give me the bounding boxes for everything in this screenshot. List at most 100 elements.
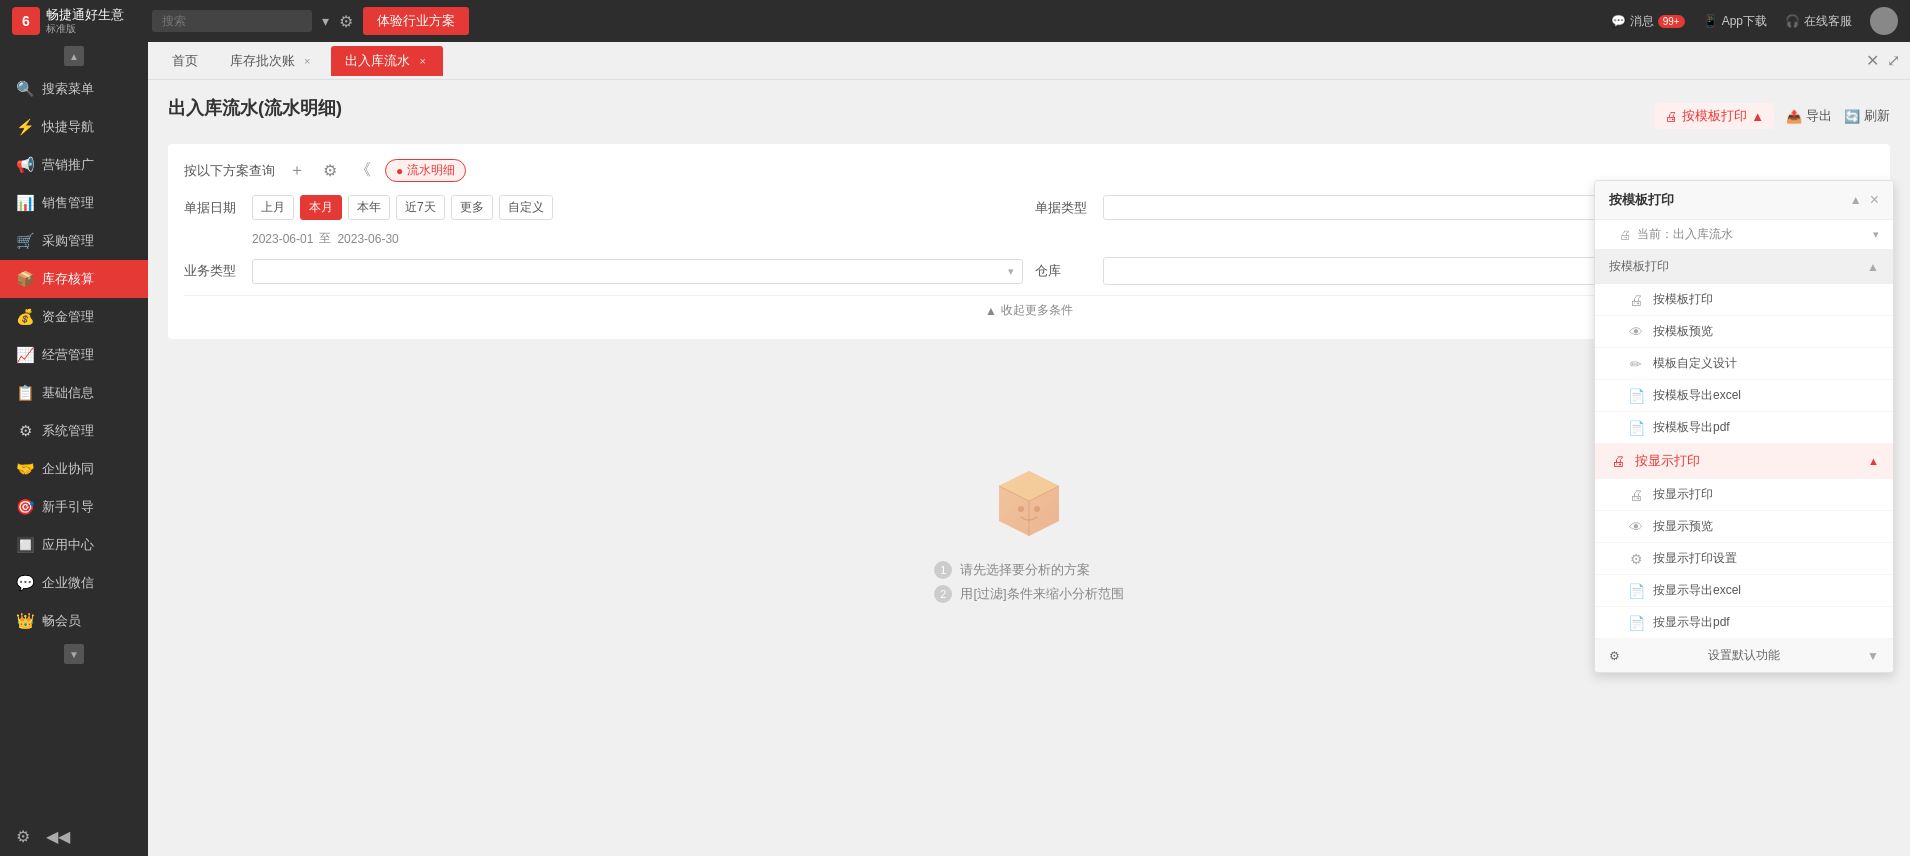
date-btn-more[interactable]: 更多 <box>451 195 493 220</box>
template-export-pdf-icon: 📄 <box>1627 420 1645 436</box>
inventory-icon: 📦 <box>16 270 34 288</box>
sidebar-scroll-down[interactable]: ▼ <box>64 644 84 664</box>
user-avatar <box>1870 7 1898 35</box>
dp-display-print-settings[interactable]: ⚙ 按显示打印设置 <box>1595 543 1893 575</box>
bill-type-label: 单据类型 <box>1035 199 1095 217</box>
cooperation-icon: 🤝 <box>16 460 34 478</box>
filter-label: 按以下方案查询 <box>184 162 275 180</box>
refresh-button[interactable]: 🔄 刷新 <box>1844 107 1890 125</box>
sidebar-label-app-center: 应用中心 <box>42 536 94 554</box>
dp-template-custom[interactable]: ✏ 模板自定义设计 <box>1595 348 1893 380</box>
print-template-button[interactable]: 🖨 按模板打印 ▲ <box>1655 103 1774 129</box>
date-btn-last-month[interactable]: 上月 <box>252 195 294 220</box>
date-btn-last-7-days[interactable]: 近7天 <box>396 195 445 220</box>
date-filter-field: 单据日期 上月 本月 本年 近7天 更多 自定义 <box>184 195 1023 220</box>
logo-icon: 6 <box>12 7 40 35</box>
filter-settings-button[interactable]: ⚙ <box>319 159 341 182</box>
display-print-icon: 🖨 <box>1627 487 1645 503</box>
sidebar-item-quick-nav[interactable]: ⚡ 快捷导航 <box>0 108 148 146</box>
company-name: 畅捷通好生意 <box>46 7 124 23</box>
dropdown-panel-footer[interactable]: ⚙ 设置默认功能 ▼ <box>1595 639 1893 672</box>
dp-template-print[interactable]: 🖨 按模板打印 <box>1595 284 1893 316</box>
display-section-header[interactable]: 🖨 按显示打印 ▲ <box>1595 444 1893 479</box>
sidebar-collapse-icon[interactable]: ◀◀ <box>46 827 70 846</box>
app-center-icon: 🔲 <box>16 536 34 554</box>
sidebar-item-membership[interactable]: 👑 畅会员 <box>0 602 148 640</box>
sidebar-item-basic-info[interactable]: 📋 基础信息 <box>0 374 148 412</box>
dp-template-preview[interactable]: 👁 按模板预览 <box>1595 316 1893 348</box>
funds-icon: 💰 <box>16 308 34 326</box>
sidebar-item-app-center[interactable]: 🔲 应用中心 <box>0 526 148 564</box>
sidebar-label-purchase: 采购管理 <box>42 232 94 250</box>
sidebar-label-funds: 资金管理 <box>42 308 94 326</box>
date-btn-this-month[interactable]: 本月 <box>300 195 342 220</box>
tab-home[interactable]: 首页 <box>158 46 212 76</box>
sidebar-label-inventory: 库存核算 <box>42 270 94 288</box>
dropdown-panel-close-button[interactable]: × <box>1870 191 1879 209</box>
display-print-label: 按显示打印 <box>1653 486 1713 503</box>
export-icon: 📤 <box>1786 109 1802 124</box>
page-title: 出入库流水(流水明细) <box>168 96 342 120</box>
header-search-input[interactable] <box>152 10 312 32</box>
sidebar-item-search-menu[interactable]: 🔍 搜索菜单 <box>0 70 148 108</box>
sidebar-item-funds[interactable]: 💰 资金管理 <box>0 298 148 336</box>
sidebar-item-guide[interactable]: 🎯 新手引导 <box>0 488 148 526</box>
sidebar-item-system[interactable]: ⚙ 系统管理 <box>0 412 148 450</box>
date-btn-this-year[interactable]: 本年 <box>348 195 390 220</box>
search-dropdown-button[interactable]: ▾ <box>322 13 329 29</box>
header-gear-button[interactable]: ⚙ <box>339 12 353 31</box>
dp-display-preview[interactable]: 👁 按显示预览 <box>1595 511 1893 543</box>
sidebar-item-operations[interactable]: 📈 经营管理 <box>0 336 148 374</box>
sidebar-item-sales[interactable]: 📊 销售管理 <box>0 184 148 222</box>
sidebar-item-marketing[interactable]: 📢 营销推广 <box>0 146 148 184</box>
online-service-item[interactable]: 🎧 在线客服 <box>1785 13 1852 30</box>
tab-maximize-button[interactable]: ⤢ <box>1887 51 1900 70</box>
collapse-more-label: 收起更多条件 <box>1001 302 1073 319</box>
sidebar-scroll-up[interactable]: ▲ <box>64 46 84 66</box>
user-avatar-item[interactable] <box>1870 7 1898 35</box>
template-section-label: 按模板打印 <box>1609 258 1669 275</box>
enterprise-wechat-icon: 💬 <box>16 574 34 592</box>
app-download-icon: 📱 <box>1703 14 1718 28</box>
content-area: 首页 库存批次账 × 出入库流水 × ✕ ⤢ 出入库流水(流水明细) <box>148 42 1910 856</box>
tab-stock-flow-close[interactable]: × <box>416 54 428 68</box>
template-custom-label: 模板自定义设计 <box>1653 355 1737 372</box>
business-type-dropdown-arrow: ▾ <box>1008 265 1014 278</box>
date-separator: 至 <box>319 230 331 247</box>
filter-add-button[interactable]: ＋ <box>285 158 309 183</box>
filter-collapse-button[interactable]: 《 <box>351 158 375 183</box>
online-service-label: 在线客服 <box>1804 13 1852 30</box>
main-layout: ▲ 🔍 搜索菜单 ⚡ 快捷导航 📢 营销推广 📊 销售管理 🛒 采购管理 📦 库… <box>0 42 1910 856</box>
export-button[interactable]: 📤 导出 <box>1786 107 1832 125</box>
empty-hints: 1 请先选择要分析的方案 2 用[过滤]条件来缩小分析范围 <box>934 561 1123 609</box>
sidebar-settings-icon[interactable]: ⚙ <box>16 827 30 846</box>
display-preview-icon: 👁 <box>1627 519 1645 535</box>
tab-batch-accounts[interactable]: 库存批次账 × <box>216 46 327 76</box>
dp-display-export-pdf[interactable]: 📄 按显示导出pdf <box>1595 607 1893 639</box>
tab-stock-flow[interactable]: 出入库流水 × <box>331 46 442 76</box>
display-section-label: 按显示打印 <box>1635 452 1700 470</box>
sidebar-label-sales: 销售管理 <box>42 194 94 212</box>
dp-display-print[interactable]: 🖨 按显示打印 <box>1595 479 1893 511</box>
sidebar-item-inventory[interactable]: 📦 库存核算 <box>0 260 148 298</box>
dp-template-export-excel[interactable]: 📄 按模板导出excel <box>1595 380 1893 412</box>
empty-state-icon <box>979 451 1079 551</box>
tab-close-button[interactable]: ✕ <box>1866 51 1879 70</box>
message-item[interactable]: 💬 消息 99+ <box>1611 13 1685 30</box>
sidebar-item-enterprise-wechat[interactable]: 💬 企业微信 <box>0 564 148 602</box>
sidebar-item-cooperation[interactable]: 🤝 企业协同 <box>0 450 148 488</box>
app-download-item[interactable]: 📱 App下载 <box>1703 13 1767 30</box>
tab-batch-accounts-close[interactable]: × <box>301 54 313 68</box>
business-type-select[interactable]: ▾ <box>252 259 1023 284</box>
filter-tag[interactable]: ● 流水明细 <box>385 159 466 182</box>
online-service-icon: 🎧 <box>1785 14 1800 28</box>
sidebar-item-purchase[interactable]: 🛒 采购管理 <box>0 222 148 260</box>
date-btn-custom[interactable]: 自定义 <box>499 195 553 220</box>
message-label: 消息 <box>1630 13 1654 30</box>
industry-solution-button[interactable]: 体验行业方案 <box>363 7 469 35</box>
dp-display-export-excel[interactable]: 📄 按显示导出excel <box>1595 575 1893 607</box>
sidebar-label-search-menu: 搜索菜单 <box>42 80 94 98</box>
dp-template-export-pdf[interactable]: 📄 按模板导出pdf <box>1595 412 1893 444</box>
page-content: 出入库流水(流水明细) 🖨 按模板打印 ▲ 📤 导出 🔄 刷新 <box>148 80 1910 856</box>
sidebar-label-membership: 畅会员 <box>42 612 81 630</box>
